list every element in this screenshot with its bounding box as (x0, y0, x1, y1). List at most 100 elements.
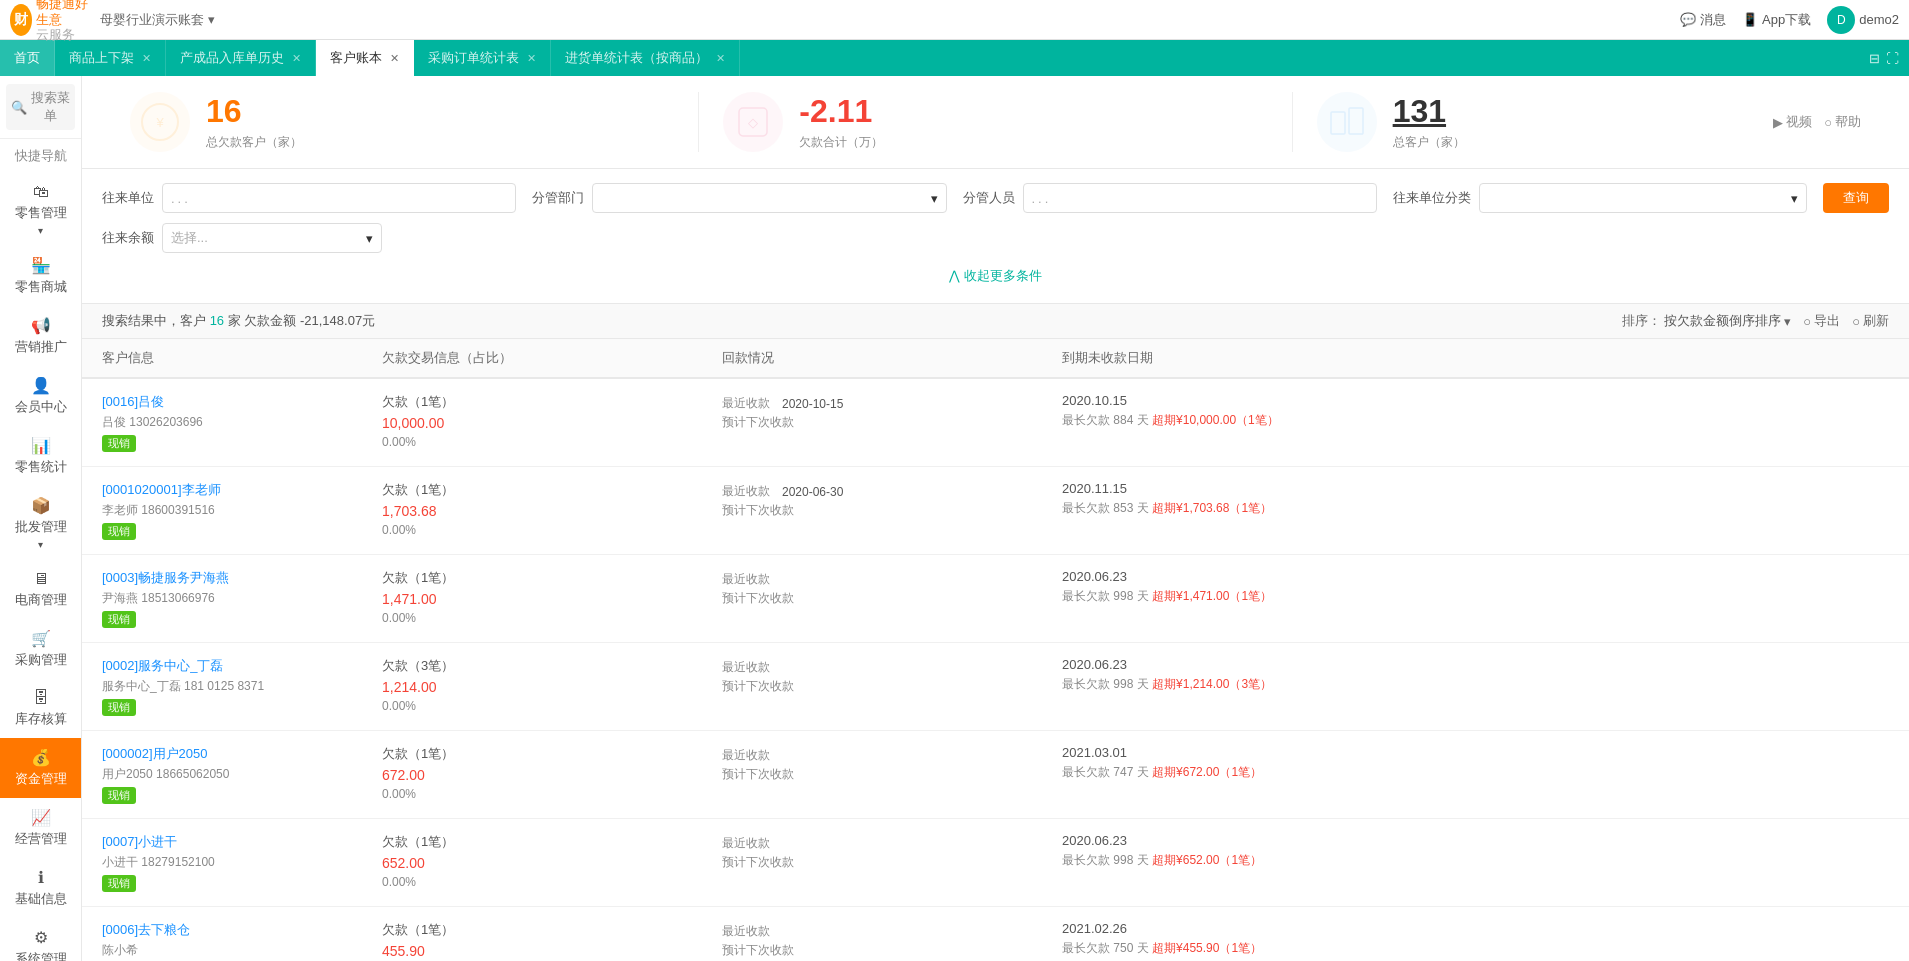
last-payment-row: 最近收款 (722, 659, 1062, 676)
dept-select[interactable]: ▾ (592, 183, 946, 213)
filter-balance: 往来余额 选择... ▾ (102, 223, 382, 253)
unit-category-select[interactable]: ▾ (1479, 183, 1807, 213)
overdue-date: 2020.10.15 (1062, 393, 1889, 408)
customer-info: [0003]畅捷服务尹海燕 尹海燕 18513066976 现销 (102, 569, 382, 628)
video-button[interactable]: ▶ 视频 (1773, 113, 1812, 131)
overdue-link[interactable]: 超期¥10,000.00（1笔） (1152, 413, 1279, 427)
message-button[interactable]: 💬 消息 (1680, 11, 1726, 29)
table-row: [0002]服务中心_丁磊 服务中心_丁磊 181 0125 8371 现销 欠… (82, 643, 1909, 731)
logo-icon: 财 (10, 4, 32, 36)
overdue-link[interactable]: 超期¥455.90（1笔） (1152, 941, 1262, 955)
overdue-date: 2020.06.23 (1062, 569, 1889, 584)
customer-name[interactable]: [0016]吕俊 (102, 393, 382, 411)
close-icon[interactable]: ✕ (142, 52, 151, 65)
filter-row-1: 往来单位 ... 分管部门 ▾ 分管人员 ... (102, 183, 1889, 213)
app-download-button[interactable]: 📱 App下载 (1742, 11, 1811, 29)
tab-purchase[interactable]: 采购订单统计表 ✕ (414, 40, 551, 76)
sidebar-item-retail-stats[interactable]: 📊 零售统计 (0, 426, 81, 486)
purchase-icon: 🛒 (31, 629, 51, 648)
download-icon: 📱 (1742, 12, 1758, 27)
overdue-info: 2021.02.26 最长欠款 750 天 超期¥455.90（1笔） (1062, 921, 1889, 957)
overdue-link[interactable]: 超期¥1,214.00（3笔） (1152, 677, 1272, 691)
customer-name[interactable]: [0006]去下粮仓 (102, 921, 382, 939)
marketing-icon: 📢 (31, 316, 51, 335)
close-icon[interactable]: ✕ (716, 52, 725, 65)
next-payment-label: 预计下次收款 (722, 414, 794, 431)
sort-select[interactable]: 按欠款金额倒序排序 (1664, 312, 1781, 330)
sidebar-item-basic-info[interactable]: ℹ 基础信息 (0, 858, 81, 918)
tab-goods[interactable]: 商品上下架 ✕ (55, 40, 166, 76)
customer-name[interactable]: [000002]用户2050 (102, 745, 382, 763)
sidebar-item-member[interactable]: 👤 会员中心 (0, 366, 81, 426)
debt-info: 欠款（1笔） 10,000.00 0.00% (382, 393, 722, 449)
source-unit-input[interactable]: ... (162, 183, 516, 213)
close-icon[interactable]: ✕ (292, 52, 301, 65)
sidebar-item-purchase[interactable]: 🛒 采购管理 (0, 619, 81, 679)
store-selector[interactable]: 母婴行业演示账套 ▾ (100, 11, 215, 29)
customer-name[interactable]: [0007]小进干 (102, 833, 382, 851)
manager-input[interactable]: ... (1023, 183, 1377, 213)
sidebar-item-batch-mgmt[interactable]: 📦 批发管理 ▾ (0, 486, 81, 560)
customer-name[interactable]: [0001020001]李老师 (102, 481, 382, 499)
sidebar-item-retail-mgmt[interactable]: 🛍 零售管理 ▾ (0, 173, 81, 246)
query-button[interactable]: 查询 (1823, 183, 1889, 213)
overdue-date: 2020.06.23 (1062, 657, 1889, 672)
chevron-down-icon[interactable]: ▾ (1784, 314, 1791, 329)
finance-icon: 💰 (31, 748, 51, 767)
export-button[interactable]: ○ 导出 (1803, 312, 1840, 330)
window-restore-icon[interactable]: ⊟ (1869, 51, 1880, 66)
collapse-button[interactable]: ⋀ 收起更多条件 (102, 263, 1889, 289)
stat-actions: ▶ 视频 ○ 帮助 (1773, 113, 1861, 131)
debt-percent: 0.00% (382, 611, 722, 625)
logo-text: 畅捷通好生意 云服务 (36, 0, 90, 43)
tab-produce[interactable]: 产成品入库单历史 ✕ (166, 40, 316, 76)
customer-name[interactable]: [0002]服务中心_丁磊 (102, 657, 382, 675)
debt-percent: 0.00% (382, 699, 722, 713)
sidebar-item-retail-store[interactable]: 🏪 零售商城 (0, 246, 81, 306)
unit-category-label: 往来单位分类 (1393, 189, 1471, 207)
balance-select[interactable]: 选择... ▾ (162, 223, 382, 253)
overdue-link[interactable]: 超期¥1,703.68（1笔） (1152, 501, 1272, 515)
fullscreen-icon[interactable]: ⛶ (1886, 51, 1899, 66)
chevron-down-icon: ▾ (38, 539, 43, 550)
overdue-info: 2020.10.15 最长欠款 884 天 超期¥10,000.00（1笔） (1062, 393, 1889, 429)
sidebar-quick-nav[interactable]: 快捷导航 (0, 139, 81, 173)
next-payment-label: 预计下次收款 (722, 766, 794, 783)
customer-info: [0006]去下粮仓 陈小希 现销 (102, 921, 382, 961)
stats-row: ¥ 16 总欠款客户（家） ◇ -2.11 欠款合计（万） (82, 76, 1909, 169)
search-menu-button[interactable]: 🔍 搜索菜单 (6, 84, 75, 130)
tab-customer[interactable]: 客户账本 ✕ (316, 40, 414, 76)
debt-count: 欠款（1笔） (382, 833, 722, 851)
refresh-button[interactable]: ○ 刷新 (1852, 312, 1889, 330)
sidebar-item-ecommerce[interactable]: 🖥 电商管理 (0, 560, 81, 619)
overdue-link[interactable]: 超期¥652.00（1笔） (1152, 853, 1262, 867)
overdue-link[interactable]: 超期¥672.00（1笔） (1152, 765, 1262, 779)
overdue-info: 2020.06.23 最长欠款 998 天 超期¥652.00（1笔） (1062, 833, 1889, 869)
chevron-up-icon: ⋀ (949, 268, 960, 283)
sort-label: 排序： 按欠款金额倒序排序 ▾ (1622, 312, 1791, 330)
recovery-info: 最近收款 预计下次收款 (722, 745, 1062, 785)
sidebar-item-finance[interactable]: 💰 资金管理 (0, 738, 81, 798)
close-icon[interactable]: ✕ (527, 52, 536, 65)
filter-unit-category: 往来单位分类 ▾ (1393, 183, 1807, 213)
user-avatar[interactable]: D demo2 (1827, 6, 1899, 34)
close-icon[interactable]: ✕ (390, 52, 399, 65)
next-payment-label: 预计下次收款 (722, 942, 794, 959)
retail-icon: 🛍 (33, 183, 49, 201)
results-actions: 排序： 按欠款金额倒序排序 ▾ ○ 导出 ○ 刷新 (1622, 312, 1889, 330)
debt-info: 欠款（1笔） 1,471.00 0.00% (382, 569, 722, 625)
overdue-link[interactable]: 超期¥1,471.00（1笔） (1152, 589, 1272, 603)
sidebar-item-marketing[interactable]: 📢 营销推广 (0, 306, 81, 366)
total-customers-label: 总客户（家） (1393, 134, 1465, 151)
svg-text:¥: ¥ (155, 115, 164, 130)
debt-info: 欠款（1笔） 1,703.68 0.00% (382, 481, 722, 537)
tab-import[interactable]: 进货单统计表（按商品） ✕ (551, 40, 740, 76)
sidebar-item-operations[interactable]: 📈 经营管理 (0, 798, 81, 858)
sidebar-item-inventory[interactable]: 🗄 库存核算 (0, 679, 81, 738)
recovery-info: 最近收款 预计下次收款 (722, 921, 1062, 961)
sidebar-item-system[interactable]: ⚙ 系统管理 (0, 918, 81, 961)
customer-name[interactable]: [0003]畅捷服务尹海燕 (102, 569, 382, 587)
tab-home[interactable]: 首页 (0, 40, 55, 76)
customer-info: [0002]服务中心_丁磊 服务中心_丁磊 181 0125 8371 现销 (102, 657, 382, 716)
help-button[interactable]: ○ 帮助 (1824, 113, 1861, 131)
